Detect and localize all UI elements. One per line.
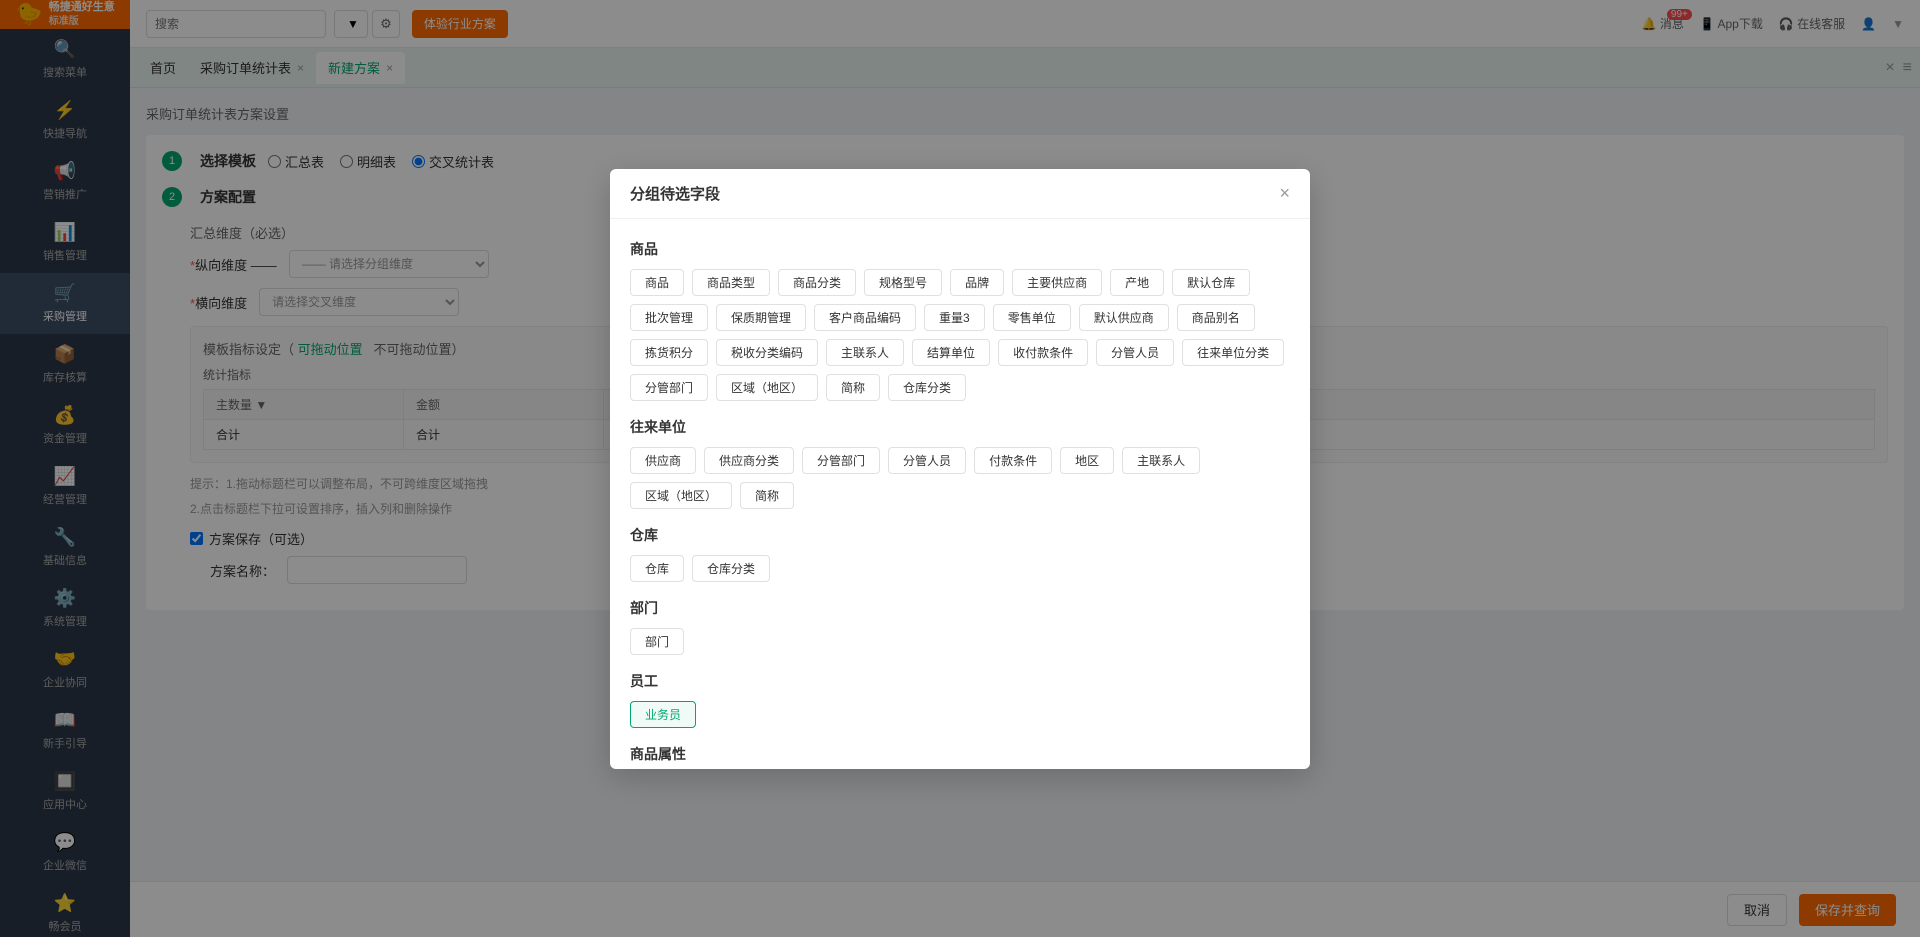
field-tag-品牌[interactable]: 品牌 — [950, 269, 1004, 296]
modal-section-商品属性: 商品属性 — [630, 744, 1290, 764]
field-tag-拣货积分[interactable]: 拣货积分 — [630, 339, 708, 366]
field-tag-客户商品编码[interactable]: 客户商品编码 — [814, 304, 916, 331]
modal-header: 分组待选字段 × — [610, 169, 1310, 219]
field-tag-分管人员[interactable]: 分管人员 — [1096, 339, 1174, 366]
field-tag-默认供应商[interactable]: 默认供应商 — [1079, 304, 1169, 331]
field-select-modal: 分组待选字段 × 商品商品商品类型商品分类规格型号品牌主要供应商产地默认仓库批次… — [610, 169, 1310, 769]
field-tag-分管人员[interactable]: 分管人员 — [888, 447, 966, 474]
field-tag-仓库分类[interactable]: 仓库分类 — [692, 555, 770, 582]
field-tag-付款条件[interactable]: 付款条件 — [974, 447, 1052, 474]
field-tag-仓库分类[interactable]: 仓库分类 — [888, 374, 966, 401]
field-tag-分管部门[interactable]: 分管部门 — [630, 374, 708, 401]
field-tag-业务员[interactable]: 业务员 — [630, 701, 696, 728]
field-tag-分管部门[interactable]: 分管部门 — [802, 447, 880, 474]
field-tag-批次管理[interactable]: 批次管理 — [630, 304, 708, 331]
field-tag-主联系人[interactable]: 主联系人 — [1122, 447, 1200, 474]
modal-section-往来单位: 往来单位 — [630, 417, 1290, 437]
modal-section-部门: 部门 — [630, 598, 1290, 618]
modal-section-仓库: 仓库 — [630, 525, 1290, 545]
field-tags-仓库: 仓库仓库分类 — [630, 555, 1290, 582]
modal-overlay: 分组待选字段 × 商品商品商品类型商品分类规格型号品牌主要供应商产地默认仓库批次… — [0, 0, 1920, 937]
field-tag-商品类型[interactable]: 商品类型 — [692, 269, 770, 296]
field-tags-员工: 业务员 — [630, 701, 1290, 728]
field-tags-商品: 商品商品类型商品分类规格型号品牌主要供应商产地默认仓库批次管理保质期管理客户商品… — [630, 269, 1290, 401]
field-tag-部门[interactable]: 部门 — [630, 628, 684, 655]
modal-close-btn[interactable]: × — [1279, 184, 1290, 202]
field-tag-区域（地区）[interactable]: 区域（地区） — [630, 482, 732, 509]
field-tag-商品别名[interactable]: 商品别名 — [1177, 304, 1255, 331]
field-tags-部门: 部门 — [630, 628, 1290, 655]
field-tag-供应商分类[interactable]: 供应商分类 — [704, 447, 794, 474]
field-tag-默认仓库[interactable]: 默认仓库 — [1172, 269, 1250, 296]
field-tag-收付款条件[interactable]: 收付款条件 — [998, 339, 1088, 366]
field-tag-区域（地区）[interactable]: 区域（地区） — [716, 374, 818, 401]
field-tag-重量3[interactable]: 重量3 — [924, 304, 985, 331]
field-tag-产地[interactable]: 产地 — [1110, 269, 1164, 296]
field-tag-结算单位[interactable]: 结算单位 — [912, 339, 990, 366]
field-tag-商品[interactable]: 商品 — [630, 269, 684, 296]
field-tag-仓库[interactable]: 仓库 — [630, 555, 684, 582]
field-tag-简称[interactable]: 简称 — [826, 374, 880, 401]
field-tag-税收分类编码[interactable]: 税收分类编码 — [716, 339, 818, 366]
field-tag-简称[interactable]: 简称 — [740, 482, 794, 509]
modal-section-商品: 商品 — [630, 239, 1290, 259]
field-tag-规格型号[interactable]: 规格型号 — [864, 269, 942, 296]
field-tag-地区[interactable]: 地区 — [1060, 447, 1114, 474]
field-tag-主联系人[interactable]: 主联系人 — [826, 339, 904, 366]
field-tag-商品分类[interactable]: 商品分类 — [778, 269, 856, 296]
field-tag-往来单位分类[interactable]: 往来单位分类 — [1182, 339, 1284, 366]
field-tags-往来单位: 供应商供应商分类分管部门分管人员付款条件地区主联系人区域（地区） 简称 — [630, 447, 1290, 509]
field-tag-主要供应商[interactable]: 主要供应商 — [1012, 269, 1102, 296]
modal-title: 分组待选字段 — [630, 183, 720, 204]
modal-body: 商品商品商品类型商品分类规格型号品牌主要供应商产地默认仓库批次管理保质期管理客户… — [610, 219, 1310, 769]
field-tag-保质期管理[interactable]: 保质期管理 — [716, 304, 806, 331]
field-tag-零售单位[interactable]: 零售单位 — [993, 304, 1071, 331]
field-tag-供应商[interactable]: 供应商 — [630, 447, 696, 474]
modal-section-员工: 员工 — [630, 671, 1290, 691]
